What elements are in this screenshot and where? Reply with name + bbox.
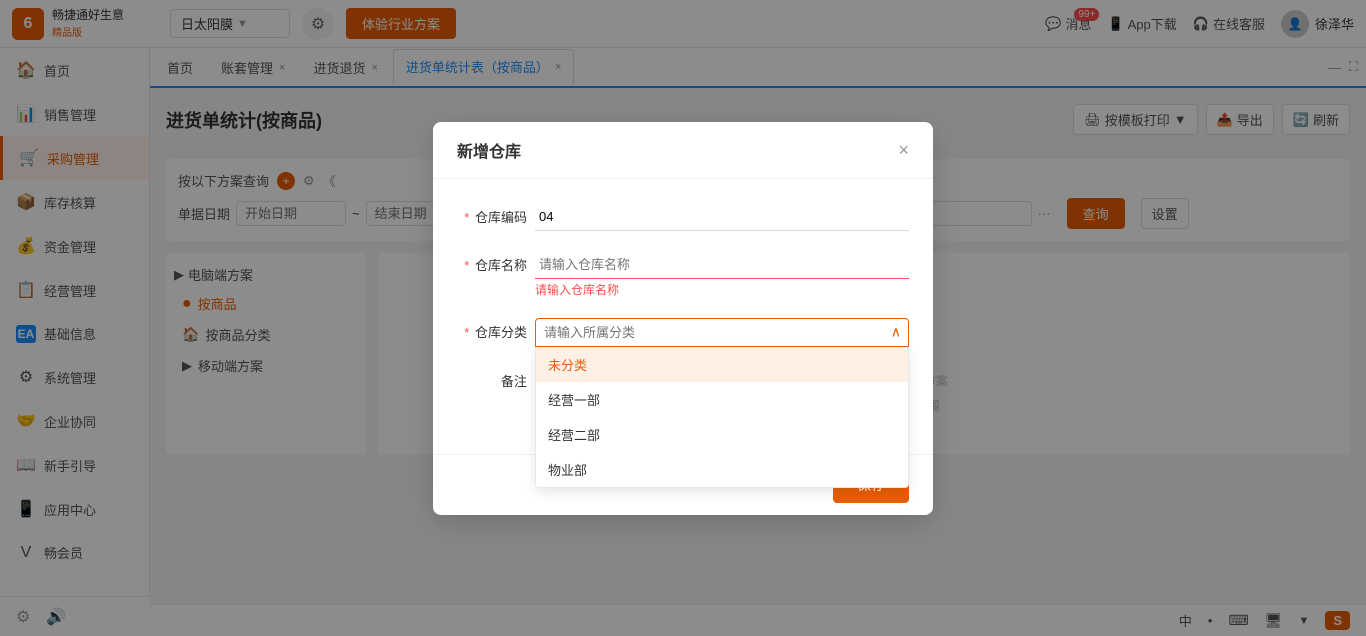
category-dropdown: 未分类 经营一部 经营二部 物业部	[535, 347, 909, 488]
category-label: * 仓库分类	[457, 318, 527, 342]
modal-header: 新增仓库 ×	[433, 122, 933, 179]
name-error-text: 请输入仓库名称	[535, 281, 909, 298]
modal-close-button[interactable]: ×	[898, 141, 909, 159]
modal-title: 新增仓库	[457, 138, 521, 162]
modal-overlay: 新增仓库 × * 仓库编码 * 仓库名称	[0, 0, 1366, 636]
form-row-name: * 仓库名称 请输入仓库名称	[457, 251, 909, 298]
note-label: 备注	[457, 367, 527, 391]
code-input[interactable]	[535, 203, 909, 231]
code-label: * 仓库编码	[457, 203, 527, 227]
category-input[interactable]	[535, 318, 909, 347]
dropdown-item-dept2[interactable]: 经营二部	[536, 417, 908, 452]
dropdown-item-unclassified[interactable]: 未分类	[536, 347, 908, 382]
form-row-code: * 仓库编码	[457, 203, 909, 231]
dropdown-item-dept3[interactable]: 物业部	[536, 452, 908, 487]
name-input[interactable]	[535, 251, 909, 279]
form-row-category: * 仓库分类 ∧ 未分类 经营一部 经营二部 物业部	[457, 318, 909, 347]
name-input-wrap: 请输入仓库名称	[535, 251, 909, 298]
modal-new-warehouse: 新增仓库 × * 仓库编码 * 仓库名称	[433, 122, 933, 515]
category-select-wrap: ∧ 未分类 经营一部 经营二部 物业部	[535, 318, 909, 347]
modal-body: * 仓库编码 * 仓库名称 请输入仓库名称	[433, 179, 933, 454]
category-input-wrap: ∧ 未分类 经营一部 经营二部 物业部	[535, 318, 909, 347]
select-arrow-icon[interactable]: ∧	[891, 324, 901, 341]
dropdown-item-dept1[interactable]: 经营一部	[536, 382, 908, 417]
code-input-wrap	[535, 203, 909, 231]
name-label: * 仓库名称	[457, 251, 527, 275]
